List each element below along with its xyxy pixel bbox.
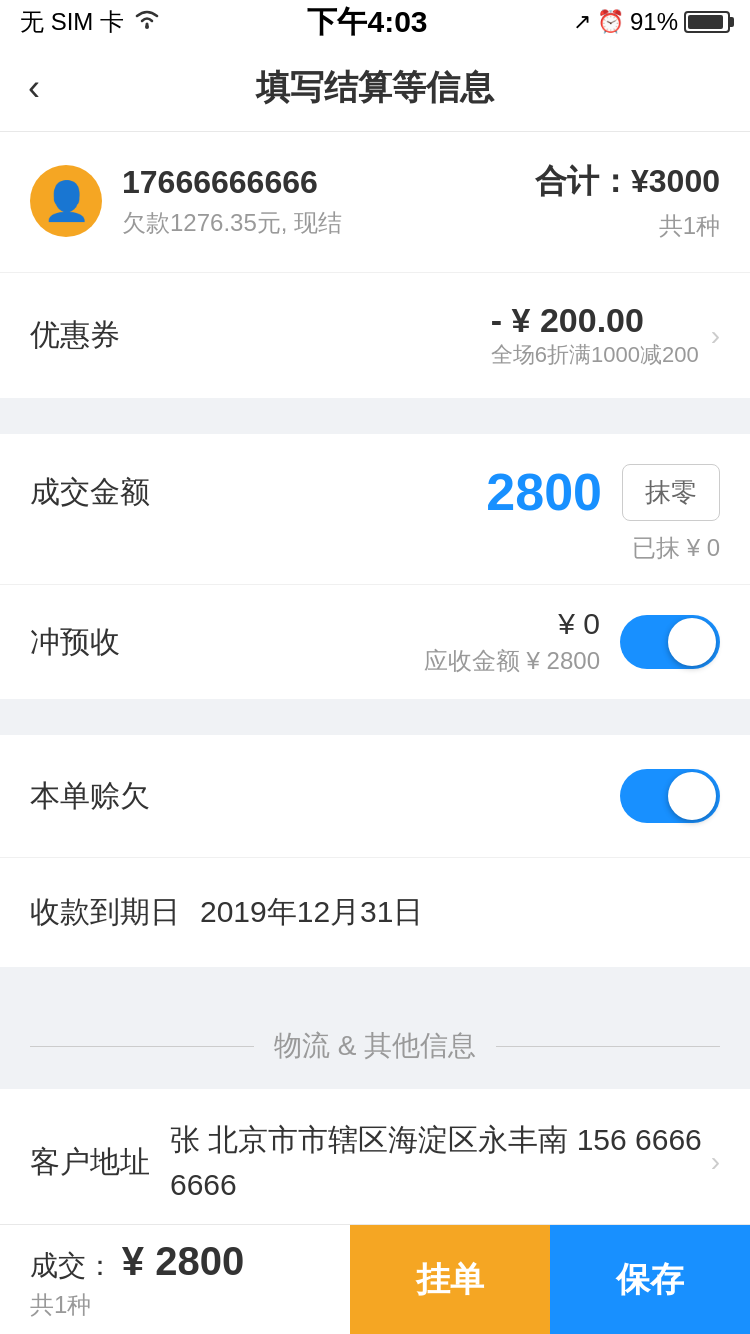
bottom-deal-label: 成交：	[30, 1250, 114, 1281]
separator-1	[0, 414, 750, 434]
user-row: 👤 17666666666 欠款1276.35元, 现结 合计：¥3000 共1…	[0, 132, 750, 270]
bottom-count: 共1种	[30, 1289, 320, 1321]
bottom-summary: 成交： ¥ 2800 共1种	[0, 1239, 350, 1321]
coupon-amount: - ¥ 200.00	[491, 301, 699, 340]
user-debt: 欠款1276.35元, 现结	[122, 207, 535, 239]
address-row[interactable]: 客户地址 张 北京市市辖区海淀区永丰南 156 6666 6666 ›	[0, 1089, 750, 1235]
total-amount: 合计：¥3000	[535, 160, 720, 204]
alarm-icon: ⏰	[597, 9, 624, 35]
address-value: 张 北京市市辖区海淀区永丰南 156 6666 6666	[170, 1117, 711, 1207]
duedate-label: 收款到期日	[30, 892, 180, 933]
toggle-thumb	[668, 618, 716, 666]
prepay-label: 冲预收	[30, 622, 120, 663]
amount-row: 成交金额 2800 抹零	[0, 434, 750, 532]
coupon-value-area: - ¥ 200.00 全场6折满1000减200	[491, 301, 699, 370]
save-button[interactable]: 保存	[550, 1225, 750, 1335]
svg-point-0	[145, 25, 149, 29]
user-phone: 17666666666	[122, 164, 535, 201]
user-section: 👤 17666666666 欠款1276.35元, 现结 合计：¥3000 共1…	[0, 132, 750, 398]
coupon-label: 优惠券	[30, 315, 120, 356]
separator-3	[0, 983, 750, 1003]
carrier-label: 无 SIM 卡	[20, 6, 124, 38]
status-bar: 无 SIM 卡 下午4:03 ↗ ⏰ 91%	[0, 0, 750, 44]
bottom-deal-amount: ¥ 2800	[122, 1239, 244, 1283]
total-label: 合计：	[535, 163, 631, 199]
logistics-line-left	[30, 1046, 254, 1047]
logistics-line-right	[496, 1046, 720, 1047]
status-time: 下午4:03	[307, 2, 427, 43]
avatar: 👤	[30, 165, 102, 237]
address-label: 客户地址	[30, 1142, 150, 1183]
deal-amount-label: 成交金额	[30, 472, 150, 513]
nav-bar: ‹ 填写结算等信息	[0, 44, 750, 132]
debt-toggle[interactable]	[620, 769, 720, 823]
total-value: ¥3000	[631, 163, 720, 199]
location-icon: ↗	[573, 9, 591, 35]
back-button[interactable]: ‹	[28, 67, 40, 109]
amount-right: 2800 抹零	[486, 462, 720, 522]
user-total: 合计：¥3000 共1种	[535, 160, 720, 242]
logistics-header: 物流 & 其他信息	[0, 1003, 750, 1089]
user-info: 17666666666 欠款1276.35元, 现结	[122, 164, 535, 239]
debt-row: 本单赊欠	[0, 735, 750, 857]
debt-section: 本单赊欠 收款到期日 2019年12月31日	[0, 735, 750, 967]
separator-2	[0, 699, 750, 719]
amount-erased: 已抹 ¥ 0	[0, 532, 750, 584]
prepay-row: 冲预收 ¥ 0 应收金额 ¥ 2800	[0, 584, 750, 699]
chevron-right-icon: ›	[711, 320, 720, 352]
status-left: 无 SIM 卡	[20, 6, 162, 38]
pending-button[interactable]: 挂单	[350, 1225, 550, 1335]
content: 👤 17666666666 欠款1276.35元, 现结 合计：¥3000 共1…	[0, 132, 750, 1334]
battery-percent: 91%	[630, 8, 678, 36]
bottom-bar: 成交： ¥ 2800 共1种 挂单 保存	[0, 1224, 750, 1334]
total-count: 共1种	[535, 210, 720, 242]
debt-label: 本单赊欠	[30, 776, 150, 817]
prepay-amount: ¥ 0	[424, 607, 600, 641]
prepay-receivable: 应收金额 ¥ 2800	[424, 645, 600, 677]
bottom-deal-line: 成交： ¥ 2800	[30, 1239, 320, 1285]
coupon-desc: 全场6折满1000减200	[491, 340, 699, 370]
page-title: 填写结算等信息	[256, 65, 494, 111]
wifi-icon	[132, 8, 162, 36]
prepay-value-area: ¥ 0 应收金额 ¥ 2800	[424, 607, 600, 677]
battery-icon	[684, 11, 730, 33]
amount-section: 成交金额 2800 抹零 已抹 ¥ 0 冲预收 ¥ 0 应收金额 ¥ 2800	[0, 434, 750, 699]
address-chevron-icon: ›	[711, 1146, 720, 1178]
prepay-toggle[interactable]	[620, 615, 720, 669]
prepay-right: ¥ 0 应收金额 ¥ 2800	[424, 607, 720, 677]
coupon-right: - ¥ 200.00 全场6折满1000减200 ›	[491, 301, 720, 370]
avatar-icon: 👤	[43, 179, 90, 223]
round-button[interactable]: 抹零	[622, 464, 720, 521]
duedate-value: 2019年12月31日	[200, 892, 423, 933]
duedate-row: 收款到期日 2019年12月31日	[0, 857, 750, 967]
debt-toggle-thumb	[668, 772, 716, 820]
coupon-row[interactable]: 优惠券 - ¥ 200.00 全场6折满1000减200 ›	[0, 272, 750, 398]
status-right: ↗ ⏰ 91%	[573, 8, 730, 36]
logistics-label: 物流 & 其他信息	[254, 1027, 496, 1065]
deal-amount-value: 2800	[486, 462, 602, 522]
